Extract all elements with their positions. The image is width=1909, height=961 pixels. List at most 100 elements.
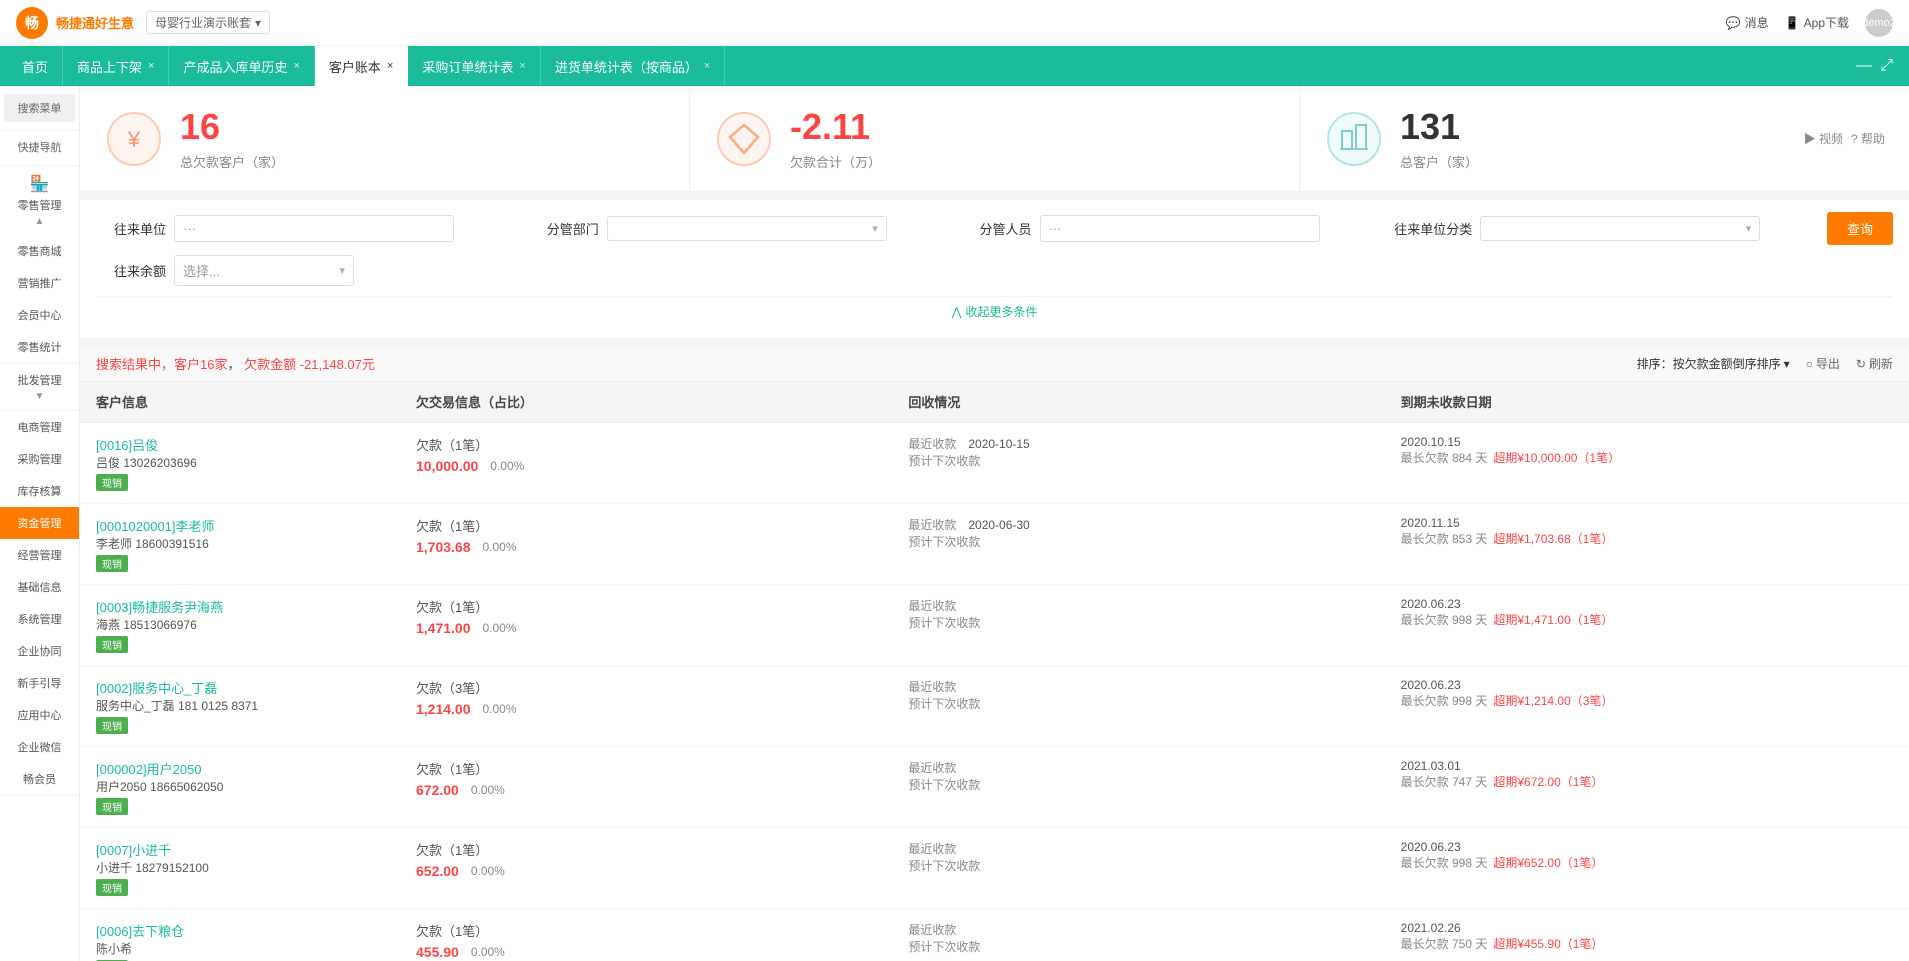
sidebar-item-enterprise-wechat[interactable]: 企业微信 [0, 731, 79, 763]
quick-nav-btn[interactable]: 快捷导航 [0, 131, 79, 166]
debt-amount[interactable]: 1,214.00 [416, 701, 471, 717]
tab-bar: 首页 商品上下架 × 产成品入库单历史 × 客户账本 × 采购订单统计表 × 进… [0, 46, 1909, 86]
customer-code[interactable]: [0016]吕俊 [96, 435, 416, 454]
tab-purchase-stats-close[interactable]: × [704, 60, 710, 72]
sidebar-item-enterprise-collab-label: 企业协同 [18, 643, 62, 659]
customer-contact: 海燕 18513066976 [96, 616, 416, 633]
source-unit-input[interactable]: ··· [174, 215, 454, 242]
header-customer-info: 客户信息 [96, 392, 416, 411]
tab-expand-icon[interactable]: ⤢ [1880, 57, 1893, 75]
sidebar-item-retail-mgmt[interactable]: 🏪 零售管理 ▲ [0, 166, 79, 235]
debt-amount[interactable]: 1,471.00 [416, 620, 471, 636]
source-unit-label: 往来单位 [96, 219, 166, 238]
tab-home[interactable]: 首页 [8, 46, 63, 86]
tab-collapse-icon[interactable]: — [1856, 57, 1872, 75]
debt-info-col: 欠款（1笔） 1,471.00 0.00% [416, 597, 908, 653]
tab-purchase-order[interactable]: 采购订单统计表 × [408, 46, 540, 86]
customer-code[interactable]: [0001020001]李老师 [96, 516, 416, 535]
refresh-label: 刷新 [1869, 355, 1893, 372]
sidebar-item-member-vip[interactable]: 畅会员 [0, 763, 79, 795]
customer-contact: 李老师 18600391516 [96, 535, 416, 552]
unit-category-select[interactable]: ▾ [1480, 216, 1760, 241]
sidebar-item-system[interactable]: 系统管理 [0, 603, 79, 635]
debt-count: 欠款（1笔） [416, 435, 908, 454]
next-payment-label: 预计下次收款 [908, 695, 1400, 712]
video-btn[interactable]: ▶ 视频 [1804, 130, 1843, 147]
tab-product-history[interactable]: 产成品入库单历史 × [169, 46, 314, 86]
status-badge: 现销 [96, 717, 128, 734]
overdue-text[interactable]: 超期¥455.90（1笔） [1493, 935, 1603, 952]
overdue-text[interactable]: 超期¥672.00（1笔） [1493, 773, 1603, 790]
debt-amount[interactable]: 652.00 [416, 863, 459, 879]
customer-code[interactable]: [0002]服务中心_丁磊 [96, 678, 416, 697]
last-payment-date: 2020-10-15 [968, 437, 1029, 451]
tab-product-shelf-label: 商品上下架 [77, 57, 142, 76]
manager-input[interactable]: ··· [1040, 215, 1320, 242]
sort-btn[interactable]: 排序：按欠款金额倒序排序 ▾ [1637, 355, 1790, 372]
sidebar-item-inventory[interactable]: 库存核算 [0, 475, 79, 507]
sidebar-item-new-guide[interactable]: 新手引导 [0, 667, 79, 699]
tab-customer-account-close[interactable]: × [387, 60, 393, 72]
refresh-btn[interactable]: ↻ 刷新 [1856, 355, 1893, 372]
balance-select[interactable]: 选择... ▾ [174, 255, 354, 286]
customer-info-col: [0001020001]李老师 李老师 18600391516 现销 [96, 516, 416, 572]
app-download-btn[interactable]: 📱 App下载 [1785, 14, 1849, 31]
customer-code[interactable]: [0007]小进千 [96, 840, 416, 859]
sidebar-section-retail: 🏪 零售管理 ▲ 零售商城 营销推广 会员中心 零售统计 [0, 166, 79, 364]
debt-amount[interactable]: 1,703.68 [416, 539, 471, 555]
debt-amount[interactable]: 455.90 [416, 944, 459, 960]
tab-product-shelf-close[interactable]: × [148, 60, 154, 72]
debt-amount[interactable]: 672.00 [416, 782, 459, 798]
sidebar-item-app-center[interactable]: 应用中心 [0, 699, 79, 731]
search-menu-btn[interactable]: 搜索菜单 [4, 94, 75, 122]
top-bar-left: 畅 畅捷通好生意 母婴行业演示账套 ▾ [16, 7, 270, 39]
department-select[interactable]: ▾ [607, 216, 887, 241]
tab-customer-account[interactable]: 客户账本 × [315, 46, 408, 86]
overdue-text[interactable]: 超期¥10,000.00（1笔） [1493, 449, 1620, 466]
sidebar-item-marketing[interactable]: 营销推广 [0, 267, 79, 299]
tab-purchase-stats[interactable]: 进货单统计表（按商品） × [541, 46, 725, 86]
overdue-text[interactable]: 超期¥652.00（1笔） [1493, 854, 1603, 871]
customer-code[interactable]: [000002]用户2050 [96, 759, 416, 778]
overdue-days: 最长欠款 853 天 [1401, 530, 1488, 547]
table-header: 客户信息 欠交易信息（占比） 回收情况 到期未收款日期 [80, 382, 1909, 423]
filter-area: 往来单位 ··· 分管部门 ▾ 分管人员 ··· [80, 200, 1909, 338]
overdue-text[interactable]: 超期¥1,214.00（3笔） [1493, 692, 1613, 709]
last-payment-date: 2020-06-30 [968, 518, 1029, 532]
sidebar-item-batch-mgmt[interactable]: 批发管理 ▼ [0, 364, 79, 410]
customer-code[interactable]: [0006]去下粮仓 [96, 921, 416, 940]
tab-product-shelf[interactable]: 商品上下架 × [63, 46, 169, 86]
sidebar-item-ops[interactable]: 经营管理 [0, 539, 79, 571]
customer-code[interactable]: [0003]畅捷服务尹海燕 [96, 597, 416, 616]
sidebar-item-retail-stats[interactable]: 零售统计 [0, 331, 79, 363]
sidebar-item-finance[interactable]: 资金管理 [0, 507, 79, 539]
overdue-text[interactable]: 超期¥1,703.68（1笔） [1493, 530, 1613, 547]
sidebar-item-ecom-mgmt[interactable]: 电商管理 [0, 411, 79, 443]
sidebar-item-marketing-label: 营销推广 [18, 275, 62, 291]
search-button[interactable]: 查询 [1827, 212, 1893, 245]
last-payment-label: 最近收款 [908, 516, 956, 533]
export-btn[interactable]: ○ 导出 [1806, 355, 1840, 372]
sidebar-item-member-center[interactable]: 会员中心 [0, 299, 79, 331]
sidebar-item-purchase-mgmt[interactable]: 采购管理 [0, 443, 79, 475]
sidebar-item-enterprise-collab[interactable]: 企业协同 [0, 635, 79, 667]
debt-amount-row: 1,703.68 0.00% [416, 539, 908, 555]
avatar[interactable]: demo2 [1865, 9, 1893, 37]
tab-purchase-order-label: 采购订单统计表 [422, 57, 513, 76]
tab-purchase-order-close[interactable]: × [519, 60, 525, 72]
debt-amount-row: 652.00 0.00% [416, 863, 908, 879]
tab-product-history-close[interactable]: × [293, 60, 299, 72]
collapse-filters-btn[interactable]: ⋀ 收起更多条件 [96, 297, 1893, 326]
summary-card-debt-customers: ¥ 16 总欠款客户（家） [80, 86, 690, 191]
export-label: 导出 [1816, 355, 1840, 372]
message-btn[interactable]: 💬 消息 [1726, 14, 1769, 31]
overdue-text[interactable]: 超期¥1,471.00（1笔） [1493, 611, 1613, 628]
industry-selector[interactable]: 母婴行业演示账套 ▾ [146, 11, 270, 34]
last-payment-label: 最近收款 [908, 678, 1400, 695]
sidebar-item-retail-mall[interactable]: 零售商城 [0, 235, 79, 267]
debt-info-col: 欠款（1笔） 10,000.00 0.00% [416, 435, 908, 491]
debt-amount[interactable]: 10,000.00 [416, 458, 478, 474]
sidebar-item-basic-info[interactable]: 基础信息 [0, 571, 79, 603]
sidebar-item-purchase-label: 采购管理 [18, 451, 62, 467]
help-btn[interactable]: ? 帮助 [1851, 130, 1885, 147]
